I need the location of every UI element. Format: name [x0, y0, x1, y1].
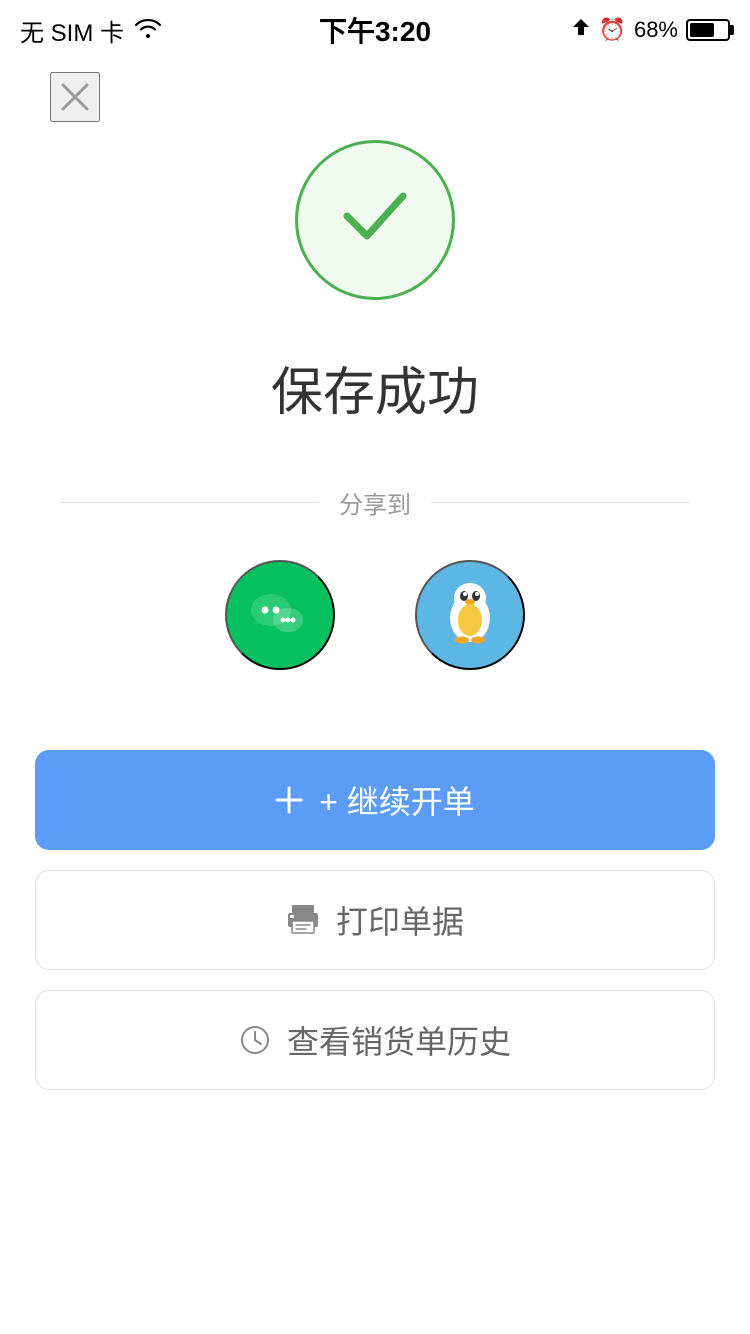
battery-icon	[686, 19, 730, 41]
history-label: 查看销货单历史	[287, 1017, 511, 1063]
share-label: 分享到	[319, 485, 431, 520]
plus-icon	[275, 786, 303, 814]
main-content: 保存成功 分享到	[0, 60, 750, 1090]
continue-order-button[interactable]: + 继续开单	[35, 750, 715, 850]
divider-left	[60, 502, 319, 503]
arrow-icon	[571, 17, 591, 43]
continue-order-label: + 继续开单	[319, 777, 475, 823]
status-right: ⏰ 68%	[571, 17, 730, 43]
close-button[interactable]	[50, 72, 100, 122]
checkmark-icon	[335, 174, 415, 267]
divider-section: 分享到	[0, 485, 750, 520]
clock-icon	[239, 1024, 271, 1056]
wifi-icon	[134, 16, 162, 45]
qq-share-button[interactable]	[415, 560, 525, 670]
battery-percent: 68%	[634, 17, 678, 43]
status-left: 无 SIM 卡	[20, 13, 162, 48]
history-button[interactable]: 查看销货单历史	[35, 990, 715, 1090]
divider-right	[431, 502, 690, 503]
print-button[interactable]: 打印单据	[35, 870, 715, 970]
share-icons	[225, 560, 525, 670]
no-sim-label: 无 SIM 卡	[20, 13, 124, 48]
success-title: 保存成功	[271, 350, 479, 425]
print-label: 打印单据	[336, 897, 464, 943]
alarm-icon: ⏰	[599, 17, 626, 43]
status-bar: 无 SIM 卡 下午3:20 ⏰ 68%	[0, 0, 750, 60]
success-circle	[295, 140, 455, 300]
status-time: 下午3:20	[319, 10, 431, 50]
wechat-share-button[interactable]	[225, 560, 335, 670]
printer-icon	[286, 905, 320, 935]
action-buttons: + 继续开单 打印单据	[35, 750, 715, 1090]
